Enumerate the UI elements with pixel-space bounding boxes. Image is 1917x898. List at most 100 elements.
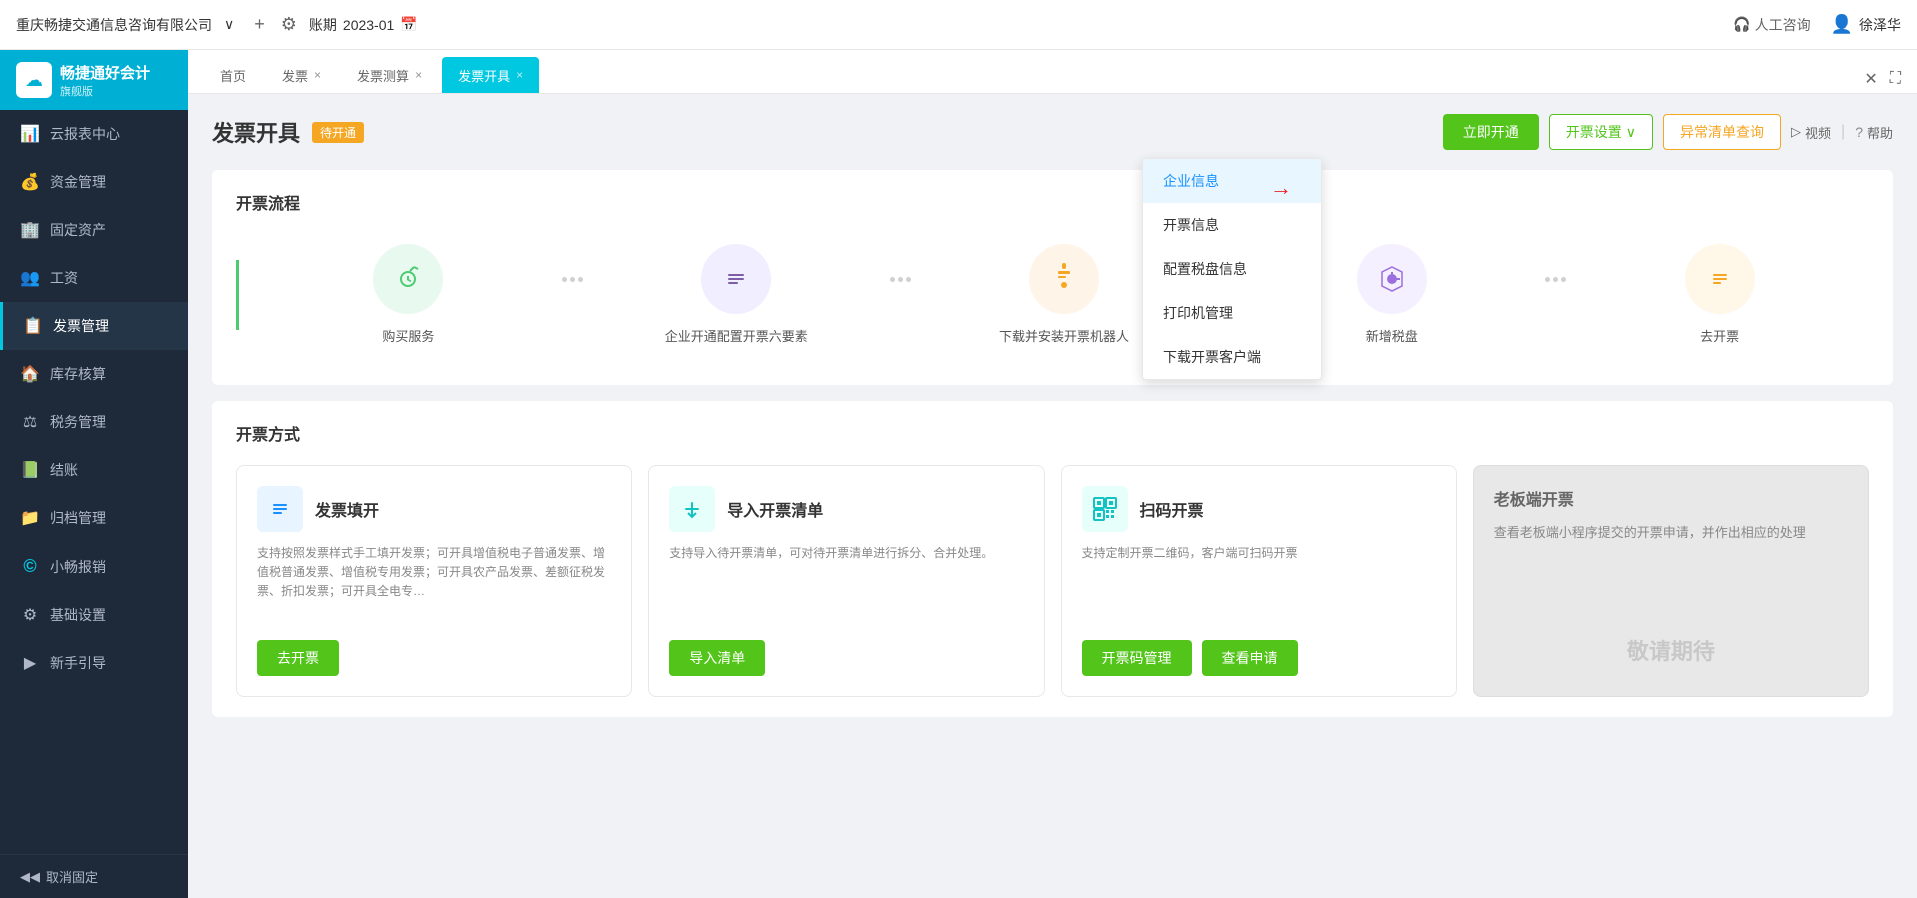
page-content: 发票开具 待开通 立即开通 开票设置 ∨ 异常清单查询 ▷ 视频 | [188, 94, 1917, 898]
method-scan-btn2[interactable]: 查看申请 [1202, 640, 1298, 676]
sidebar-logo: ☁ 畅捷通好会计 旗舰版 [0, 50, 188, 110]
flow-step-1: 购买服务 [259, 244, 558, 345]
jichushezhi-icon: ⚙ [20, 605, 40, 625]
settings-arrow-icon: ∨ [1626, 124, 1636, 141]
sidebar-bottom[interactable]: ◀◀ 取消固定 [0, 854, 188, 898]
tab-kaiju-close[interactable]: × [516, 68, 523, 82]
connector-2 [886, 277, 915, 282]
tab-home[interactable]: 首页 [204, 57, 262, 93]
tab-kaiju[interactable]: 发票开具 × [442, 57, 539, 93]
sidebar-label-jichushezhi: 基础设置 [50, 605, 106, 625]
step-icon-3 [1029, 244, 1099, 314]
zijin-icon: 💰 [20, 172, 40, 192]
user-avatar-icon: 👤 [1831, 14, 1853, 35]
method-fill-header: 发票填开 [257, 486, 611, 532]
add-button[interactable]: + [254, 14, 265, 35]
sidebar-label-gongzi: 工资 [50, 268, 78, 288]
step-label-2: 企业开通配置开票六要素 [665, 326, 808, 345]
company-arrow[interactable]: ∨ [224, 16, 234, 33]
method-fill-desc: 支持按照发票样式手工填开发票；可开具增值税电子普通发票、增值税普通发票、增值税专… [257, 544, 611, 624]
sidebar-label-xiaochang: 小畅报销 [50, 557, 106, 577]
service-label: 人工咨询 [1755, 15, 1811, 35]
method-scan-title: 扫码开票 [1140, 497, 1204, 521]
logo-text: 畅捷通好会计 旗舰版 [60, 62, 150, 99]
sidebar-item-guidang[interactable]: 📁 归档管理 [0, 494, 188, 542]
main-layout: ☁ 畅捷通好会计 旗舰版 📊 云报表中心 💰 资金管理 🏢 固定资产 👥 工资 [0, 50, 1917, 898]
tab-expand-button[interactable]: ⛶ [1890, 70, 1901, 88]
flow-step-2: 企业开通配置开票六要素 [587, 244, 886, 345]
tab-cesuai[interactable]: 发票测算 × [341, 57, 438, 93]
dropdown-item-taxdisk[interactable]: 配置税盘信息 [1143, 247, 1321, 291]
method-import-btn[interactable]: 导入清单 [669, 640, 765, 676]
method-scan-btn1[interactable]: 开票码管理 [1082, 640, 1192, 676]
method-import-icon [669, 486, 715, 532]
sidebar-item-guding[interactable]: 🏢 固定资产 [0, 206, 188, 254]
sidebar-item-jichushezhi[interactable]: ⚙ 基础设置 [0, 591, 188, 639]
help-button[interactable]: ? 帮助 [1855, 123, 1893, 142]
method-title: 开票方式 [236, 421, 1869, 445]
calendar-icon[interactable]: 📅 [400, 16, 417, 33]
method-boss-desc: 查看老板端小程序提交的开票申请，并作出相应的处理 [1494, 522, 1848, 544]
play-icon: ▷ [1791, 124, 1801, 140]
logo-sub: 旗舰版 [60, 83, 150, 99]
dropdown-item-printer[interactable]: 打印机管理 [1143, 291, 1321, 335]
step-icon-1 [373, 244, 443, 314]
video-button[interactable]: ▷ 视频 [1791, 123, 1831, 142]
method-fill-btn[interactable]: 去开票 [257, 640, 339, 676]
overlay-text: 敬请期待 [1474, 634, 1868, 666]
logo-title: 畅捷通好会计 [60, 62, 150, 83]
settings-icon-top[interactable]: ⚙ [281, 14, 297, 35]
video-label: 视频 [1805, 123, 1831, 142]
tab-cesuan-label: 发票测算 [357, 66, 409, 85]
xiaochang-icon: © [20, 556, 40, 577]
divider: | [1841, 123, 1845, 141]
activate-button[interactable]: 立即开通 [1443, 114, 1539, 150]
tab-cesuan-close[interactable]: × [415, 68, 422, 82]
settings-dropdown-button[interactable]: 开票设置 ∨ [1549, 114, 1653, 150]
method-scan-desc: 支持定制开票二维码，客户端可扫码开票 [1082, 544, 1436, 624]
page-title: 发票开具 [212, 116, 300, 148]
sidebar-label-yunbao: 云报表中心 [50, 124, 120, 144]
sidebar-item-jiezhang[interactable]: 📗 结账 [0, 446, 188, 494]
user-info[interactable]: 👤 徐泽华 [1831, 14, 1901, 35]
sidebar-item-gongzi[interactable]: 👥 工资 [0, 254, 188, 302]
tab-home-label: 首页 [220, 66, 246, 85]
dropdown-item-download[interactable]: 下载开票客户端 [1143, 335, 1321, 379]
sidebar-bottom-icon: ◀◀ [20, 869, 40, 885]
sidebar-item-yunbao[interactable]: 📊 云报表中心 [0, 110, 188, 158]
connector-1 [558, 277, 587, 282]
method-scan-buttons: 开票码管理 查看申请 [1082, 640, 1436, 676]
sidebar-item-fapiao[interactable]: 📋 发票管理 [0, 302, 188, 350]
method-fill-icon [257, 486, 303, 532]
help-label: 帮助 [1867, 123, 1893, 142]
top-bar: 重庆畅捷交通信息咨询有限公司 ∨ + ⚙ 账期 2023-01 📅 🎧 人工咨询… [0, 0, 1917, 50]
method-import-title: 导入开票清单 [727, 497, 823, 521]
tab-fapiao-close[interactable]: × [314, 68, 321, 82]
dropdown-item-company[interactable]: 企业信息 [1143, 159, 1321, 203]
step-icon-4 [1357, 244, 1427, 314]
logo-icon: ☁ [16, 62, 52, 98]
sidebar-item-shuiwu[interactable]: ⚖ 税务管理 [0, 398, 188, 446]
flow-step-5: 去开票 [1570, 244, 1869, 345]
method-section: 开票方式 发票填开 支持按照发票样式手工填开发票；可开具增值税电子普通发票、增值… [212, 401, 1893, 717]
company-name[interactable]: 重庆畅捷交通信息咨询有限公司 [16, 15, 212, 35]
sidebar-item-xinshou[interactable]: ▶ 新手引导 [0, 639, 188, 687]
connector-4 [1541, 277, 1570, 282]
method-boss-header: 老板端开票 [1494, 486, 1848, 510]
tab-close-button[interactable]: ✕ [1864, 69, 1877, 89]
dropdown-item-invoice[interactable]: 开票信息 [1143, 203, 1321, 247]
step-label-1: 购买服务 [382, 326, 434, 345]
sidebar-bottom-label: 取消固定 [46, 867, 98, 886]
headphone-icon: 🎧 [1733, 16, 1750, 33]
guidang-icon: 📁 [20, 508, 40, 528]
tab-fapiao[interactable]: 发票 × [266, 57, 337, 93]
shuiwu-icon: ⚖ [20, 412, 40, 432]
sidebar-item-kucun[interactable]: 🏠 库存核算 [0, 350, 188, 398]
top-bar-right: 🎧 人工咨询 👤 徐泽华 [1733, 14, 1901, 35]
sidebar-item-xiaochang[interactable]: © 小畅报销 [0, 542, 188, 591]
method-cards: 发票填开 支持按照发票样式手工填开发票；可开具增值税电子普通发票、增值税普通发票… [236, 465, 1869, 697]
service-button[interactable]: 🎧 人工咨询 [1733, 15, 1810, 35]
sidebar-item-zijin[interactable]: 💰 资金管理 [0, 158, 188, 206]
abnormal-button[interactable]: 异常清单查询 [1663, 114, 1781, 150]
fapiao-icon: 📋 [23, 316, 43, 336]
